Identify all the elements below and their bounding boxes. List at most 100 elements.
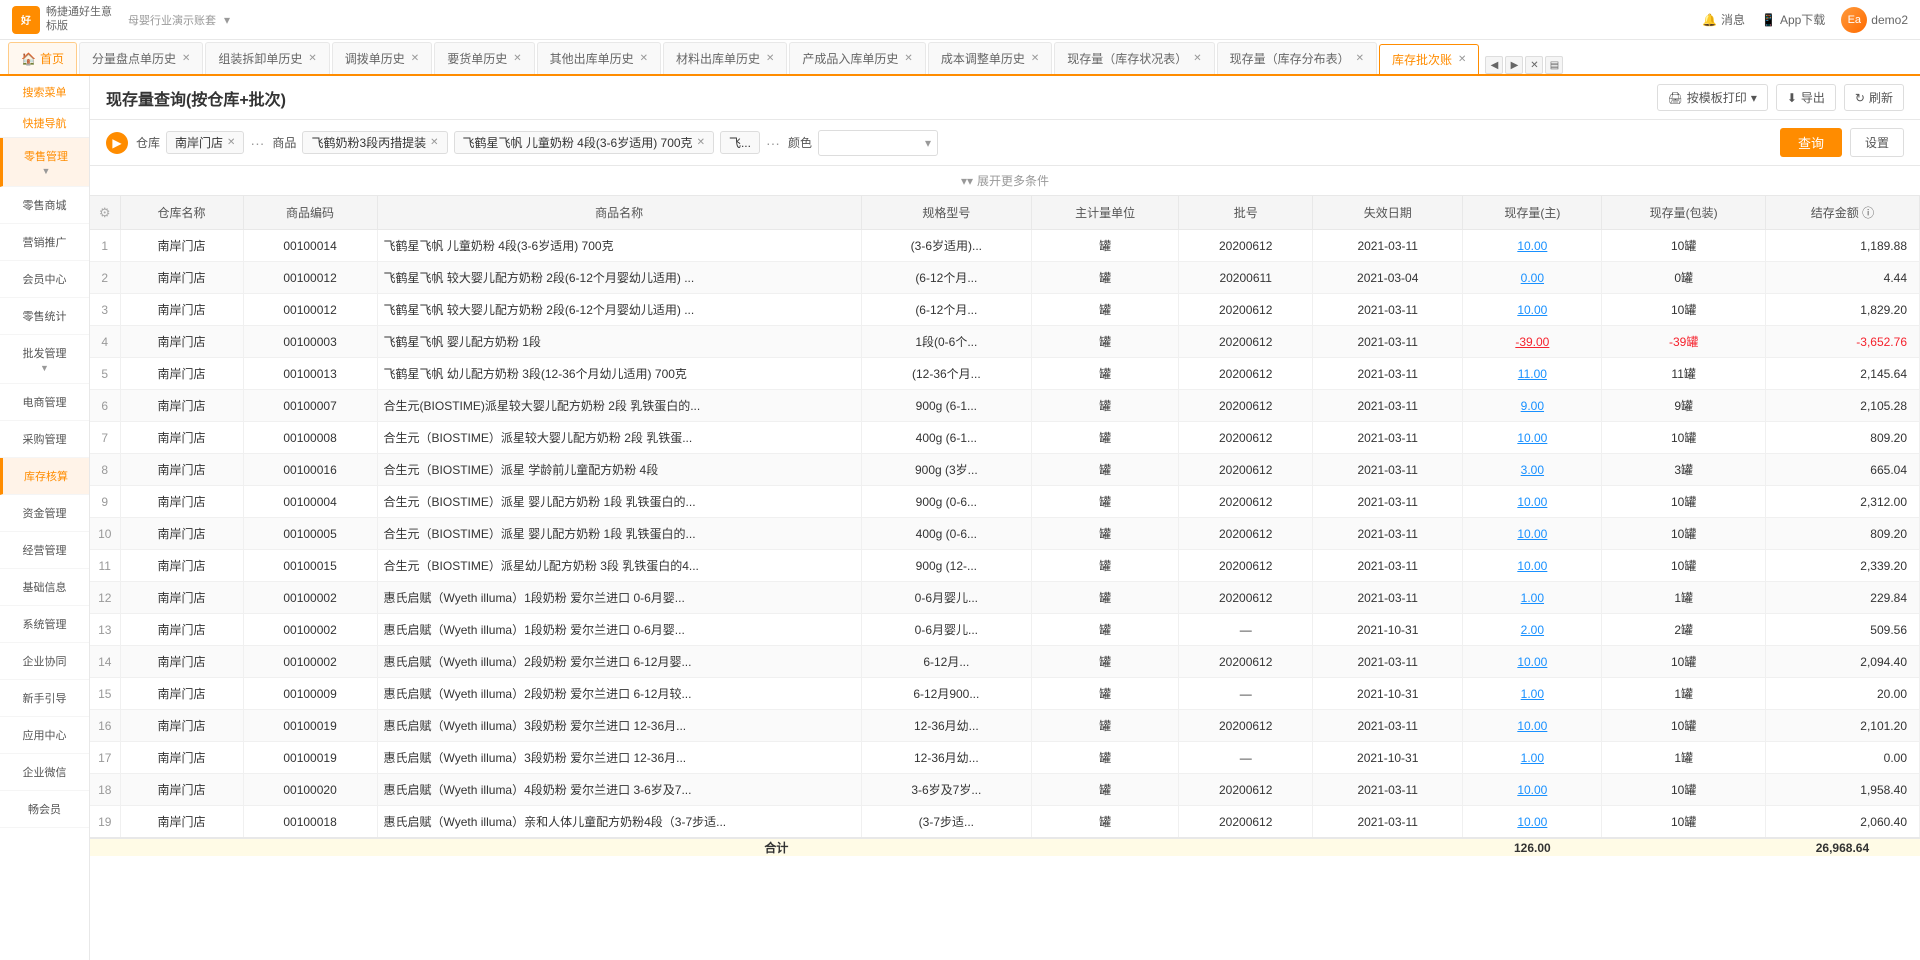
tab-chan-pin[interactable]: 产成品入库单历史 ✕	[789, 42, 925, 74]
tab-home[interactable]: 🏠 首页	[8, 42, 77, 74]
sidebar-item-inventory[interactable]: 库存核算	[0, 458, 89, 495]
tab-ku-cun-pici[interactable]: 库存批次账 ✕	[1379, 44, 1479, 76]
row-qty-pack: 10罐	[1602, 646, 1765, 678]
close-tab-icon[interactable]: ✕	[308, 53, 316, 64]
row-qty-main[interactable]: 10.00	[1463, 550, 1602, 582]
row-qty-main[interactable]: 3.00	[1463, 454, 1602, 486]
row-qty-main[interactable]: 10.00	[1463, 486, 1602, 518]
tab-fen-pan[interactable]: 分量盘点单历史 ✕	[79, 42, 203, 74]
close-tab-icon[interactable]: ✕	[766, 53, 774, 64]
close-tab-icon[interactable]: ✕	[1356, 53, 1364, 64]
sidebar-item-zero-retail[interactable]: 零售管理 ▼	[0, 138, 89, 187]
warehouse-more-icon[interactable]: ···	[250, 135, 264, 151]
remove-warehouse-tag-icon[interactable]: ✕	[227, 137, 235, 148]
table-area: ⚙ 仓库名称 商品编码 商品名称 规格型号 主计量单位 批号 失效日期 现存量(…	[90, 196, 1920, 960]
remove-product-tag2-icon[interactable]: ✕	[697, 137, 705, 148]
sidebar-item-enterprise[interactable]: 企业协同	[0, 643, 89, 680]
tab-maximize[interactable]: ▤	[1545, 56, 1563, 74]
product-tag-2[interactable]: 飞鹤星飞帆 儿童奶粉 4段(3-6岁适用) 700克 ✕	[454, 131, 714, 154]
tab-dropdown-icon[interactable]: ▾	[224, 13, 230, 27]
row-qty-main[interactable]: 1.00	[1463, 678, 1602, 710]
row-expire: 2021-03-11	[1313, 486, 1463, 518]
row-qty-main[interactable]: -39.00	[1463, 326, 1602, 358]
row-qty-main[interactable]: 10.00	[1463, 646, 1602, 678]
settings-button[interactable]: 设置	[1850, 128, 1904, 157]
product-tag-more[interactable]: 飞...	[720, 131, 760, 154]
sidebar-item-purchase[interactable]: 采购管理	[0, 421, 89, 458]
expand-conditions-button[interactable]: ▾▾ 展开更多条件	[961, 172, 1049, 189]
row-code: 00100014	[243, 230, 377, 262]
query-button[interactable]: 查询	[1780, 128, 1842, 157]
refresh-button[interactable]: ↻ 刷新	[1844, 84, 1904, 111]
tab-tiao-bo[interactable]: 调拨单历史 ✕	[332, 42, 432, 74]
template-print-button[interactable]: 🖨 按模板打印 ▾	[1657, 84, 1768, 111]
tab-cheng-ben[interactable]: 成本调整单历史 ✕	[928, 42, 1052, 74]
warehouse-tag[interactable]: 南岸门店 ✕	[166, 131, 244, 154]
close-tab-icon[interactable]: ✕	[1193, 53, 1201, 64]
close-tab-icon[interactable]: ✕	[513, 53, 521, 64]
tab-xian-cun-kucun[interactable]: 现存量（库存状况表） ✕	[1054, 42, 1214, 74]
row-code: 00100002	[243, 614, 377, 646]
sidebar-item-stats[interactable]: 零售统计	[0, 298, 89, 335]
row-qty-main[interactable]: 10.00	[1463, 230, 1602, 262]
app-download-button[interactable]: 📱 App下载	[1761, 11, 1825, 28]
row-qty-main[interactable]: 10.00	[1463, 806, 1602, 839]
sidebar-item-appcenter[interactable]: 应用中心	[0, 717, 89, 754]
row-qty-main[interactable]: 1.00	[1463, 582, 1602, 614]
tab-yao-huo[interactable]: 要货单历史 ✕	[434, 42, 534, 74]
row-spec: (6-12个月...	[861, 262, 1031, 294]
filter-expand-button[interactable]: ▶	[106, 132, 128, 154]
tab-cai-liao[interactable]: 材料出库单历史 ✕	[663, 42, 787, 74]
row-qty-main[interactable]: 10.00	[1463, 422, 1602, 454]
page-title: 现存量查询(按仓库+批次)	[106, 86, 286, 110]
product-tag-1[interactable]: 飞鹤奶粉3段丙措提装 ✕	[302, 131, 447, 154]
close-tab-icon[interactable]: ✕	[182, 53, 190, 64]
tab-xian-cun-fenpei[interactable]: 现存量（库存分布表） ✕	[1217, 42, 1377, 74]
sidebar-item-ecommerce[interactable]: 电商管理	[0, 384, 89, 421]
sidebar-item-system[interactable]: 系统管理	[0, 606, 89, 643]
user-profile[interactable]: Ea demo2	[1841, 7, 1908, 33]
remove-product-tag1-icon[interactable]: ✕	[430, 137, 438, 148]
close-tab-icon[interactable]: ✕	[1031, 53, 1039, 64]
tab-close-all[interactable]: ✕	[1525, 56, 1543, 74]
tab-next-arrow[interactable]: ▶	[1505, 56, 1523, 74]
col-settings-icon[interactable]: ⚙	[90, 196, 120, 230]
row-qty-main[interactable]: 10.00	[1463, 710, 1602, 742]
close-tab-icon[interactable]: ✕	[1458, 54, 1466, 65]
tab-zu-chai[interactable]: 组装拆卸单历史 ✕	[205, 42, 329, 74]
gear-icon[interactable]: ⚙	[99, 205, 111, 221]
row-qty-main[interactable]: 9.00	[1463, 390, 1602, 422]
color-dropdown[interactable]: ▾	[818, 130, 938, 156]
sidebar-item-basic[interactable]: 基础信息	[0, 569, 89, 606]
msg-button[interactable]: 🔔 消息	[1702, 11, 1745, 28]
sidebar-item-zero-shop[interactable]: 零售商城	[0, 187, 89, 224]
row-qty-pack: 0罐	[1602, 262, 1765, 294]
sidebar-item-newguide[interactable]: 新手引导	[0, 680, 89, 717]
close-tab-icon[interactable]: ✕	[904, 53, 912, 64]
row-qty-main[interactable]: 0.00	[1463, 262, 1602, 294]
product-more-icon[interactable]: ···	[766, 135, 780, 151]
row-qty-main[interactable]: 10.00	[1463, 774, 1602, 806]
row-qty-main[interactable]: 10.00	[1463, 294, 1602, 326]
warehouse-filter-group: 仓库 南岸门店 ✕ ···	[136, 131, 264, 154]
sidebar-item-vip[interactable]: 畅会员	[0, 791, 89, 828]
row-qty-main[interactable]: 11.00	[1463, 358, 1602, 390]
tab-prev-arrow[interactable]: ◀	[1485, 56, 1503, 74]
sidebar-search[interactable]: 搜索菜单	[0, 76, 89, 109]
sidebar-item-wholesale[interactable]: 批发管理 ▼	[0, 335, 89, 384]
tab-qi-ta[interactable]: 其他出库单历史 ✕	[537, 42, 661, 74]
row-expire: 2021-03-11	[1313, 326, 1463, 358]
row-name: 合生元（BIOSTIME）派星 婴儿配方奶粉 1段 乳铁蛋白的...	[377, 486, 861, 518]
sidebar-item-corp-wechat[interactable]: 企业微信	[0, 754, 89, 791]
sidebar-quick-nav[interactable]: 快捷导航	[0, 109, 89, 138]
sidebar-item-member[interactable]: 会员中心	[0, 261, 89, 298]
sidebar-item-marketing[interactable]: 营销推广	[0, 224, 89, 261]
export-button[interactable]: ⬇ 导出	[1776, 84, 1836, 111]
close-tab-icon[interactable]: ✕	[411, 53, 419, 64]
sidebar-item-operations[interactable]: 经营管理	[0, 532, 89, 569]
row-qty-main[interactable]: 10.00	[1463, 518, 1602, 550]
row-qty-main[interactable]: 2.00	[1463, 614, 1602, 646]
close-tab-icon[interactable]: ✕	[640, 53, 648, 64]
sidebar-item-finance[interactable]: 资金管理	[0, 495, 89, 532]
row-qty-main[interactable]: 1.00	[1463, 742, 1602, 774]
